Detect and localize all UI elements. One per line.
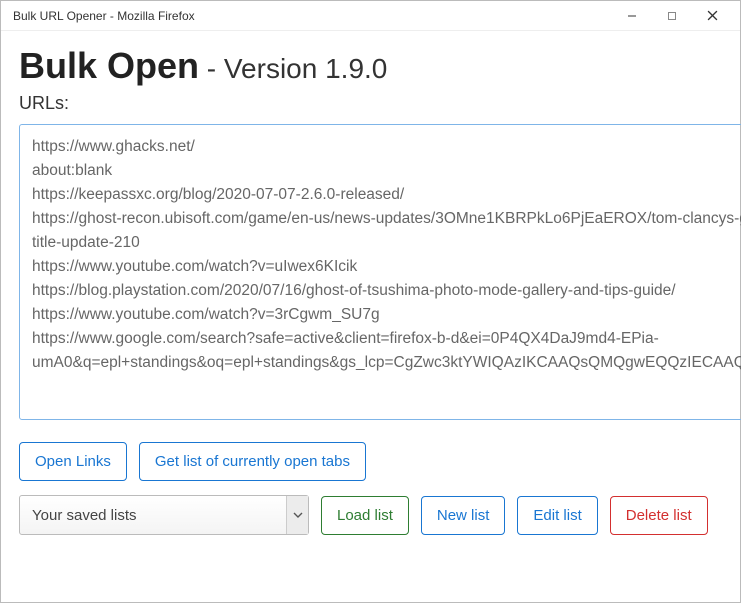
app-title-main: Bulk Open — [19, 45, 199, 86]
close-button[interactable] — [692, 2, 732, 30]
window-titlebar: Bulk URL Opener - Mozilla Firefox — [1, 1, 740, 31]
new-list-button[interactable]: New list — [421, 496, 506, 535]
get-open-tabs-button[interactable]: Get list of currently open tabs — [139, 442, 366, 481]
edit-list-button[interactable]: Edit list — [517, 496, 597, 535]
window-title: Bulk URL Opener - Mozilla Firefox — [9, 9, 612, 23]
load-list-button[interactable]: Load list — [321, 496, 409, 535]
app-title: Bulk Open - Version 1.9.0 — [19, 45, 387, 87]
chevron-down-icon — [286, 496, 308, 534]
app-title-version: - Version 1.9.0 — [199, 53, 387, 84]
delete-list-button[interactable]: Delete list — [610, 496, 708, 535]
minimize-button[interactable] — [612, 2, 652, 30]
open-links-button[interactable]: Open Links — [19, 442, 127, 481]
saved-lists-select[interactable]: Your saved lists — [19, 495, 309, 535]
saved-lists-value: Your saved lists — [32, 507, 137, 524]
urls-label: URLs: — [19, 93, 741, 114]
urls-textarea[interactable]: https://www.ghacks.net/ about:blank http… — [19, 124, 741, 420]
maximize-button[interactable] — [652, 2, 692, 30]
